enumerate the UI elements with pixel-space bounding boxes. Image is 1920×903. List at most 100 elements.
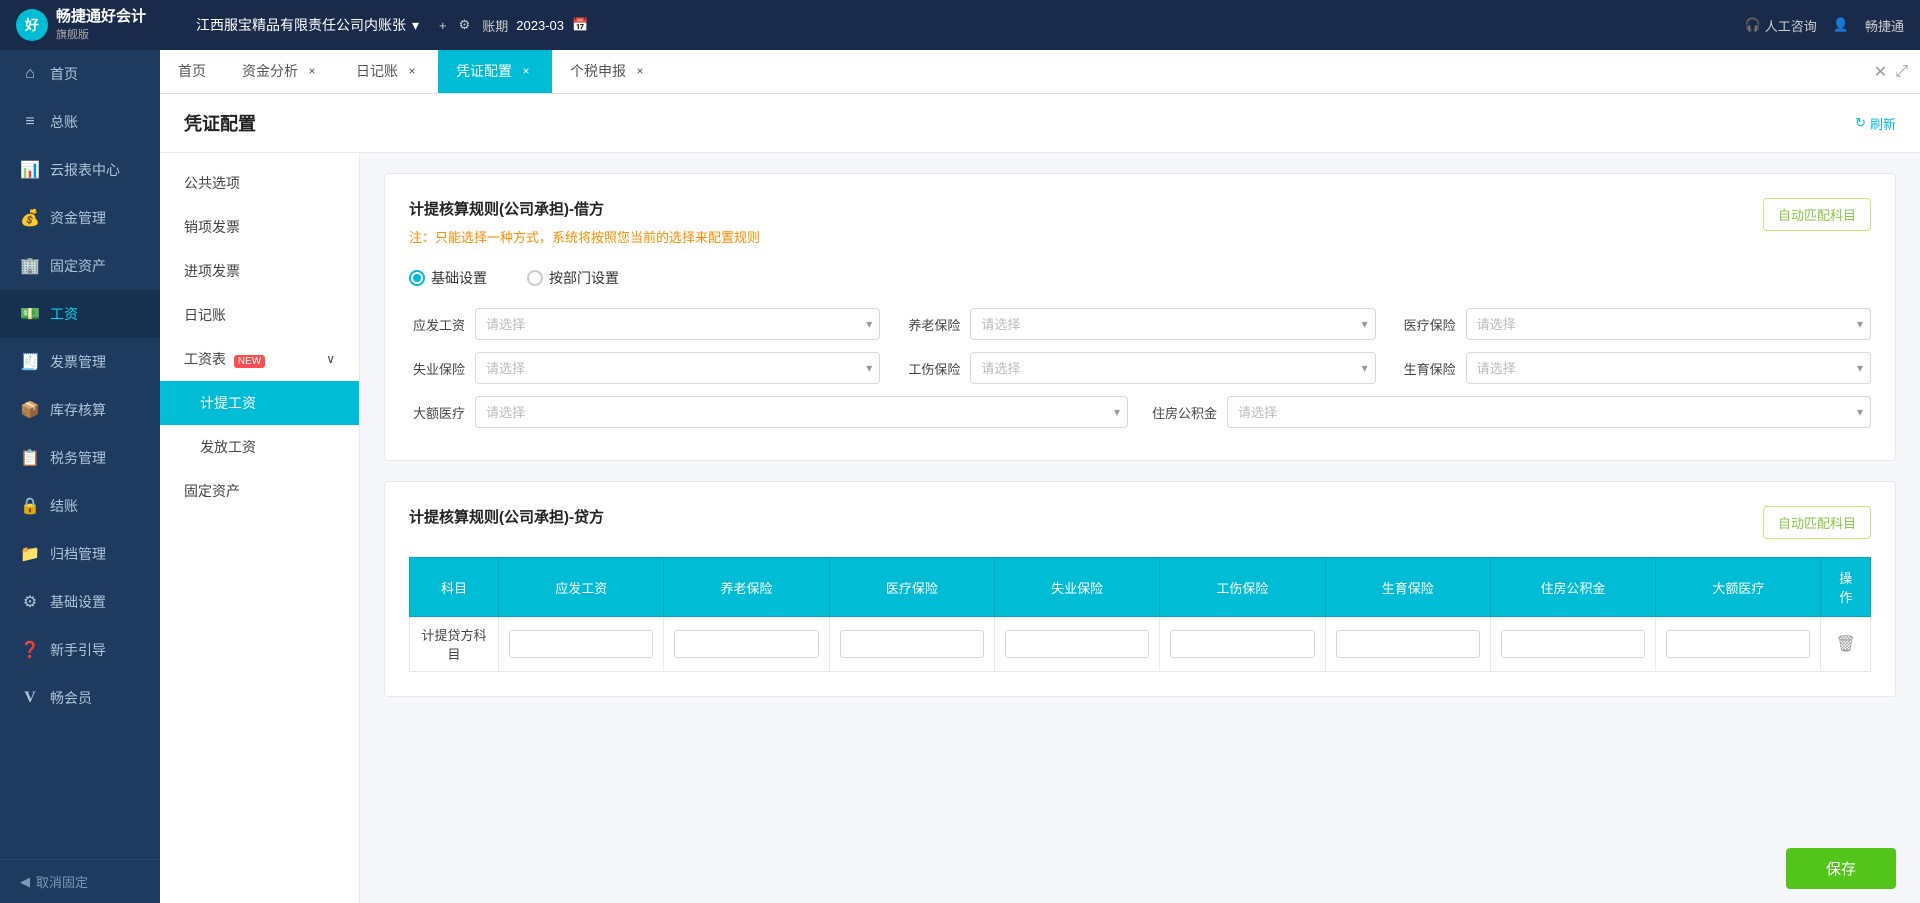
- debit-form-grid-row2: 失业保险 请选择 ▾ 工伤保险: [409, 352, 1871, 384]
- tab-voucher-close[interactable]: ×: [518, 63, 534, 79]
- sidebar-item-archive[interactable]: 📁 归档管理: [0, 530, 160, 578]
- sidebar-item-member[interactable]: V 畅会员: [0, 674, 160, 722]
- tab-journal-close[interactable]: ×: [404, 63, 420, 79]
- nav-sales-invoice[interactable]: 销项发票: [160, 205, 359, 249]
- cancel-fixed-btn[interactable]: ◀ 取消固定: [0, 859, 160, 903]
- tax-icon: 📋: [20, 448, 40, 468]
- human-service-btn[interactable]: 🎧 人工咨询: [1745, 16, 1817, 35]
- tab-tax[interactable]: 个税申报 ×: [552, 50, 666, 93]
- sidebar-item-fund[interactable]: 💰 资金管理: [0, 194, 160, 242]
- row-gongshang-input-cell: [1160, 617, 1325, 672]
- label-zhufanggongjijin: 住房公积金: [1152, 403, 1217, 422]
- logo-text: 畅捷通好会计: [56, 8, 146, 26]
- tab-expand-btn[interactable]: ⤢: [1895, 63, 1908, 81]
- row-yanglao-input[interactable]: [674, 630, 818, 658]
- row-shiye-input[interactable]: [1005, 630, 1149, 658]
- nav-fixed-assets[interactable]: 固定资产: [160, 469, 359, 513]
- sidebar-item-home[interactable]: ⌂ 首页: [0, 50, 160, 98]
- select-shiye[interactable]: 请选择: [475, 352, 880, 384]
- sidebar-label-guide: 新手引导: [50, 640, 106, 660]
- tab-voucher[interactable]: 凭证配置 ×: [438, 50, 552, 93]
- label-shengyu: 生育保险: [1400, 359, 1456, 378]
- nav-purchase-invoice[interactable]: 进项发票: [160, 249, 359, 293]
- tab-journal-label: 日记账: [356, 61, 398, 81]
- row-gongshang-input[interactable]: [1170, 630, 1314, 658]
- credit-section: 计提核算规则(公司承担)-贷方 自动匹配科目 科目 应发工资 养老保险 医疗保险: [384, 481, 1896, 697]
- nav-journal[interactable]: 日记账: [160, 293, 359, 337]
- tab-home[interactable]: 首页: [160, 50, 224, 93]
- tab-tax-close[interactable]: ×: [632, 63, 648, 79]
- calendar-icon[interactable]: 📅: [572, 17, 588, 33]
- tab-close-btn[interactable]: ✕: [1874, 62, 1887, 82]
- select-yingfagongzi-wrapper: 请选择 ▾: [475, 308, 880, 340]
- select-gongshang[interactable]: 请选择: [970, 352, 1375, 384]
- col-zhufang: 住房公积金: [1490, 558, 1655, 617]
- tab-journal[interactable]: 日记账 ×: [338, 50, 438, 93]
- sidebar-label-salary: 工资: [50, 304, 78, 324]
- label-yiliao: 医疗保险: [1400, 315, 1456, 334]
- select-daeyiliao[interactable]: 请选择: [475, 396, 1128, 428]
- settings-icon[interactable]: ⚙: [459, 17, 471, 33]
- row-yingfa-input[interactable]: [509, 630, 653, 658]
- select-shengyu[interactable]: 请选择: [1466, 352, 1871, 384]
- salary-icon: 💵: [20, 304, 40, 324]
- field-shiye: 失业保险 请选择 ▾: [409, 352, 880, 384]
- nav-calc-salary[interactable]: 计提工资: [160, 381, 359, 425]
- row-shengyu-input-cell: [1325, 617, 1490, 672]
- top-header: 好 畅捷通好会计 旗舰版 江西服宝精品有限责任公司内账张 ▾ + ⚙ 账期 20…: [0, 0, 1920, 50]
- row-subject-label: 计提贷方科目: [410, 617, 499, 672]
- row-delete-btn[interactable]: 🗑: [1836, 634, 1856, 654]
- credit-auto-match-btn[interactable]: 自动匹配科目: [1763, 506, 1871, 539]
- row-daeyiliao-input[interactable]: [1666, 630, 1810, 658]
- tab-fund[interactable]: 资金分析 ×: [224, 50, 338, 93]
- main-layout: ⌂ 首页 ≡ 总账 📊 云报表中心 💰 资金管理 🏢 固定资产 💵 工资 🧾 发…: [0, 50, 1920, 903]
- company-selector[interactable]: 江西服宝精品有限责任公司内账张 ▾: [188, 11, 427, 39]
- nav-pay-salary[interactable]: 发放工资: [160, 425, 359, 469]
- invoice-icon: 🧾: [20, 352, 40, 372]
- radio-dept-circle: [527, 270, 543, 286]
- tab-home-label: 首页: [178, 61, 206, 81]
- select-yingfagongzi[interactable]: 请选择: [475, 308, 880, 340]
- select-yiliao[interactable]: 请选择: [1466, 308, 1871, 340]
- sidebar-item-fixed[interactable]: 🏢 固定资产: [0, 242, 160, 290]
- sidebar-item-tax[interactable]: 📋 税务管理: [0, 434, 160, 482]
- field-shengyu: 生育保险 请选择 ▾: [1400, 352, 1871, 384]
- radio-dept[interactable]: 按部门设置: [527, 268, 619, 288]
- debit-auto-match-btn[interactable]: 自动匹配科目: [1763, 198, 1871, 231]
- sidebar-item-invoice[interactable]: 🧾 发票管理: [0, 338, 160, 386]
- radio-basic[interactable]: 基础设置: [409, 268, 487, 288]
- radio-dept-label: 按部门设置: [549, 268, 619, 288]
- left-nav-sub: 计提工资 发放工资: [160, 381, 359, 469]
- table-row: 计提贷方科目 🗑: [410, 617, 1871, 672]
- sidebar-item-close[interactable]: 🔒 结账: [0, 482, 160, 530]
- label-shiye: 失业保险: [409, 359, 465, 378]
- col-gongshang: 工伤保险: [1160, 558, 1325, 617]
- select-yiliao-wrapper: 请选择 ▾: [1466, 308, 1871, 340]
- tab-bar-actions: ✕ ⤢: [1874, 62, 1920, 82]
- sidebar-label-close: 结账: [50, 496, 78, 516]
- refresh-btn[interactable]: ↻ 刷新: [1855, 114, 1896, 133]
- period-label: 账期: [482, 16, 508, 35]
- settings-sidebar-icon: ⚙: [20, 592, 40, 612]
- sidebar-item-salary[interactable]: 💵 工资: [0, 290, 160, 338]
- add-button[interactable]: +: [439, 18, 447, 33]
- row-yiliao-input[interactable]: [840, 630, 984, 658]
- sidebar-item-reports[interactable]: 📊 云报表中心: [0, 146, 160, 194]
- select-yanglao[interactable]: 请选择: [970, 308, 1375, 340]
- tab-fund-close[interactable]: ×: [304, 63, 320, 79]
- nav-public[interactable]: 公共选项: [160, 161, 359, 205]
- sidebar-item-ledger[interactable]: ≡ 总账: [0, 98, 160, 146]
- sidebar-item-guide[interactable]: ❓ 新手引导: [0, 626, 160, 674]
- nav-salary-table[interactable]: 工资表 NEW ∨: [160, 337, 359, 381]
- nav-journal-label: 日记账: [184, 305, 226, 325]
- save-btn[interactable]: 保存: [1786, 848, 1896, 889]
- select-zhufanggongjijin[interactable]: 请选择: [1227, 396, 1871, 428]
- row-shengyu-input[interactable]: [1336, 630, 1480, 658]
- sidebar-item-settings[interactable]: ⚙ 基础设置: [0, 578, 160, 626]
- sidebar-item-inventory[interactable]: 📦 库存核算: [0, 386, 160, 434]
- nav-salary-table-label: 工资表 NEW: [184, 349, 265, 369]
- select-shiye-wrapper: 请选择 ▾: [475, 352, 880, 384]
- row-zhufang-input[interactable]: [1501, 630, 1645, 658]
- sidebar-label-home: 首页: [50, 64, 78, 84]
- table-header-row: 科目 应发工资 养老保险 医疗保险 失业保险 工伤保险 生育保险 住房公积金 大…: [410, 558, 1871, 617]
